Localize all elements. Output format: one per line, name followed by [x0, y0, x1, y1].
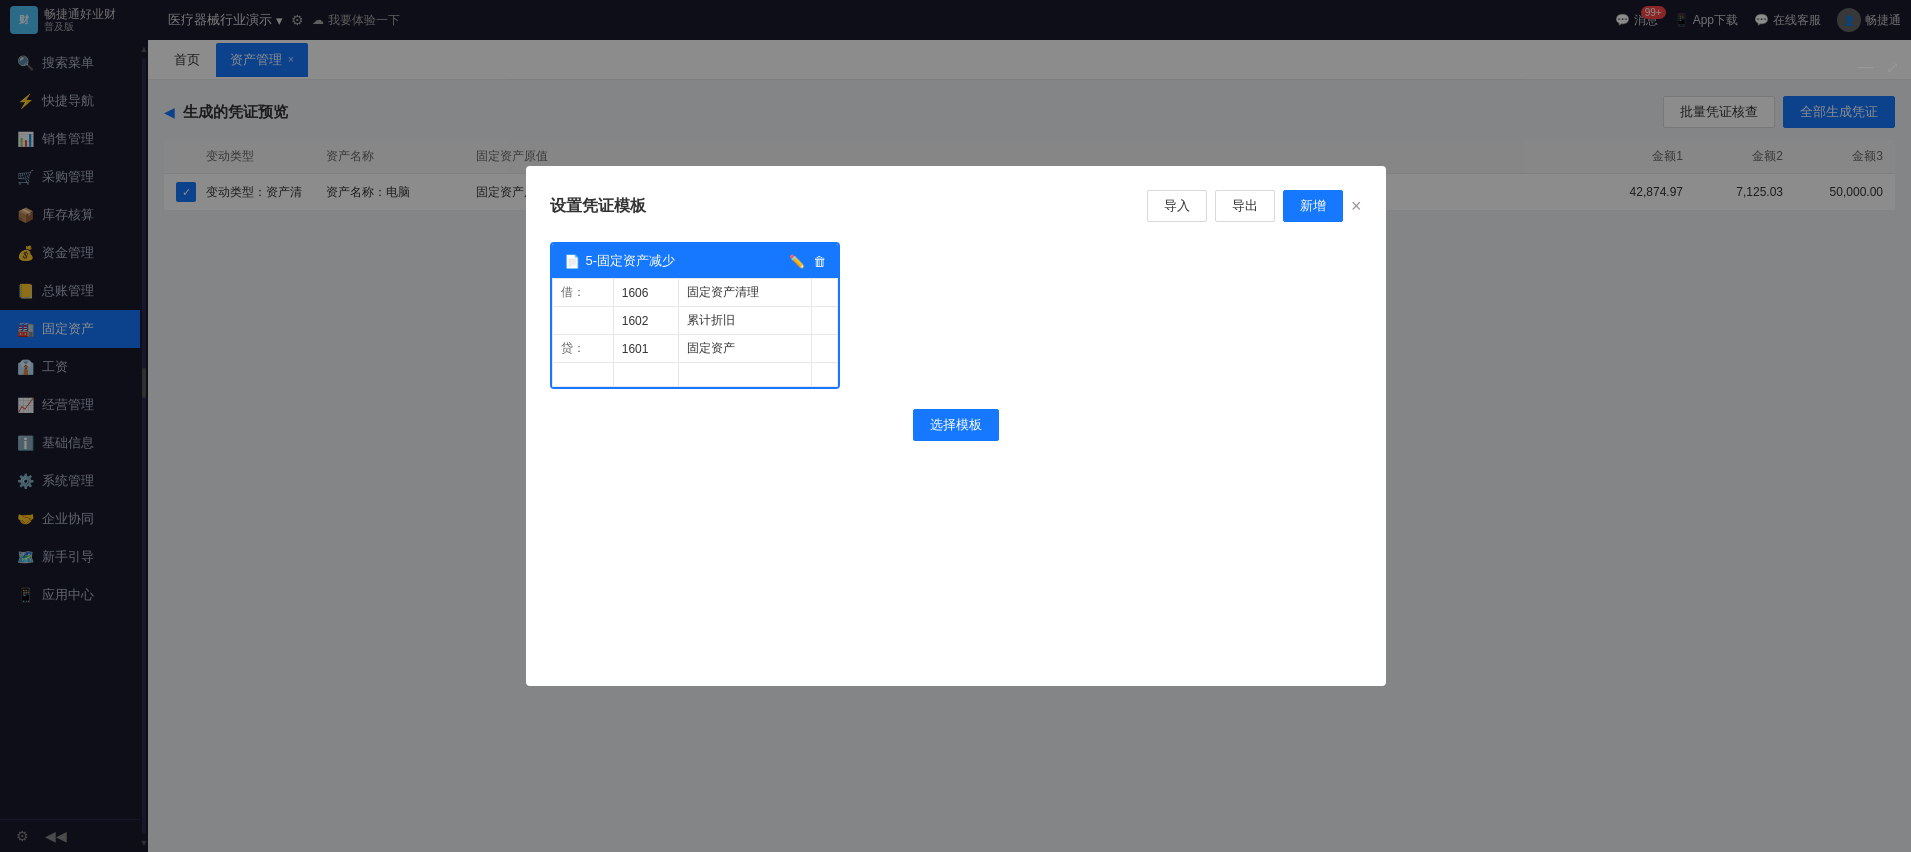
debit-code-2: 1602 — [613, 307, 678, 335]
modal-overlay: 设置凭证模板 导入 导出 新增 × 📄 5-固定资产减少 — [0, 0, 1911, 852]
debit-code-1: 1606 — [613, 279, 678, 307]
template-card: 📄 5-固定资产减少 ✏️ 🗑 借： 1606 — [550, 242, 840, 389]
new-btn[interactable]: 新增 — [1283, 190, 1343, 222]
maximize-btn[interactable]: ⤢ — [1882, 56, 1903, 79]
import-btn[interactable]: 导入 — [1147, 190, 1207, 222]
debit-amount-1 — [812, 279, 837, 307]
debit-name-1: 固定资产清理 — [679, 279, 812, 307]
template-entries-table: 借： 1606 固定资产清理 1602 累计折旧 — [552, 278, 838, 387]
debit-label: 借： — [552, 279, 613, 307]
modal-header: 设置凭证模板 导入 导出 新增 × — [550, 190, 1362, 222]
template-card-header: 📄 5-固定资产减少 ✏️ 🗑 — [552, 244, 838, 278]
minimize-btn[interactable]: — — [1854, 56, 1878, 79]
template-card-body: 借： 1606 固定资产清理 1602 累计折旧 — [552, 278, 838, 387]
template-doc-icon: 📄 — [564, 254, 580, 269]
modal-title: 设置凭证模板 — [550, 196, 646, 217]
table-row: 1602 累计折旧 — [552, 307, 837, 335]
debit-name-2: 累计折旧 — [679, 307, 812, 335]
table-row: 借： 1606 固定资产清理 — [552, 279, 837, 307]
template-name: 5-固定资产减少 — [586, 252, 676, 270]
select-template-btn[interactable]: 选择模板 — [913, 409, 999, 441]
modal-close-btn[interactable]: × — [1351, 197, 1362, 215]
voucher-template-modal: 设置凭证模板 导入 导出 新增 × 📄 5-固定资产减少 — [526, 166, 1386, 686]
template-card-actions: ✏️ 🗑 — [789, 254, 826, 269]
template-delete-icon[interactable]: 🗑 — [813, 254, 826, 269]
credit-amount-1 — [812, 335, 837, 363]
table-row-empty — [552, 363, 837, 387]
modal-actions: 导入 导出 新增 — [1147, 190, 1343, 222]
modal-header-right: 导入 导出 新增 × — [1147, 190, 1362, 222]
template-card-title-area: 📄 5-固定资产减少 — [564, 252, 676, 270]
credit-code-1: 1601 — [613, 335, 678, 363]
modal-body: 📄 5-固定资产减少 ✏️ 🗑 借： 1606 — [550, 242, 1362, 662]
table-row: 贷： 1601 固定资产 — [552, 335, 837, 363]
debit-label-2 — [552, 307, 613, 335]
window-controls: — ⤢ — [1854, 56, 1903, 79]
debit-amount-2 — [812, 307, 837, 335]
template-edit-icon[interactable]: ✏️ — [789, 254, 805, 269]
credit-label: 贷： — [552, 335, 613, 363]
export-btn[interactable]: 导出 — [1215, 190, 1275, 222]
credit-name-1: 固定资产 — [679, 335, 812, 363]
